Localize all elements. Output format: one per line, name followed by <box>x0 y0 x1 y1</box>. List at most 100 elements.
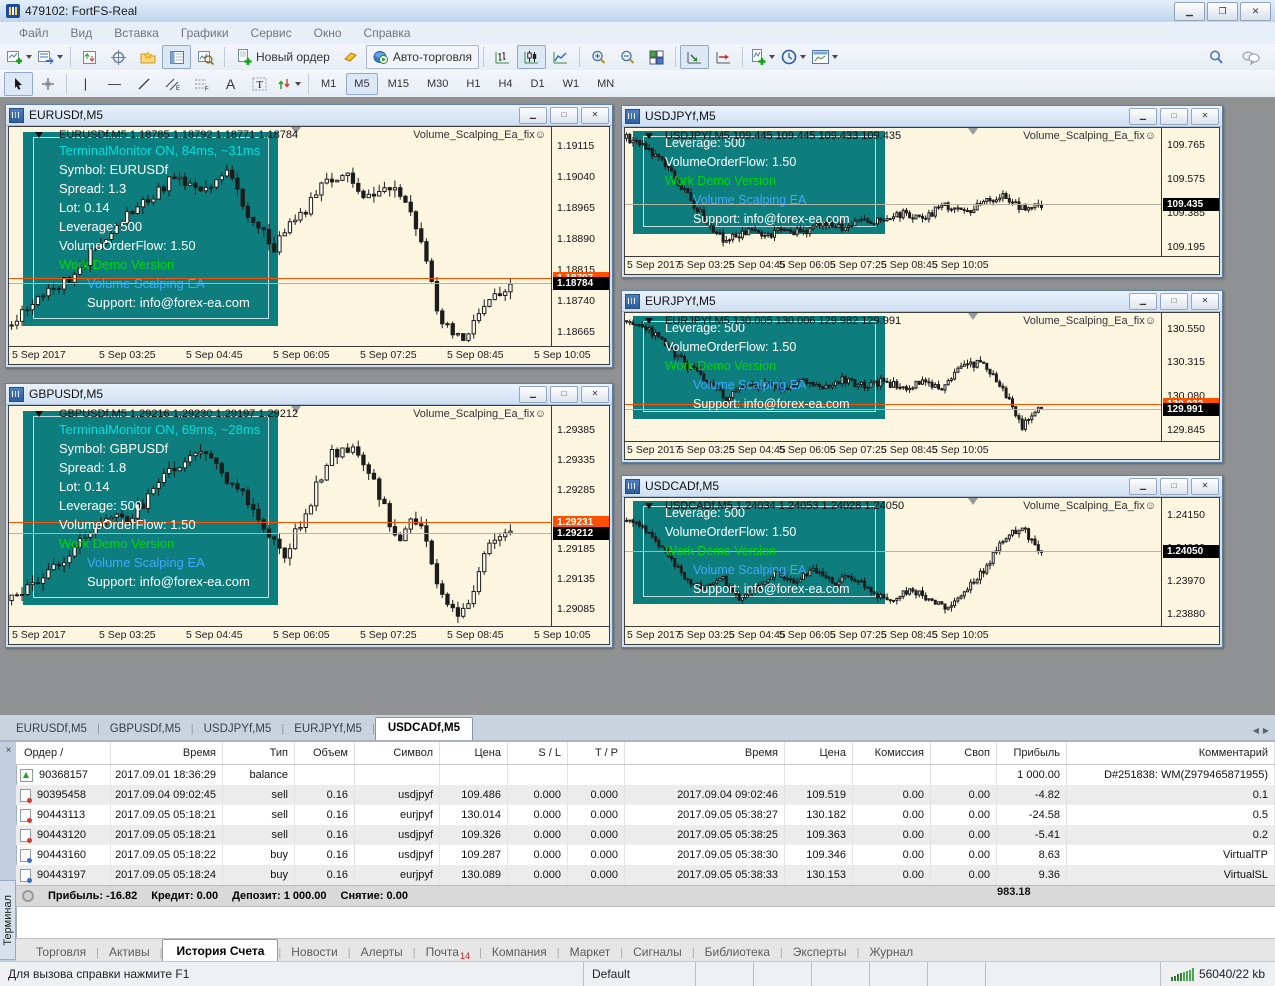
close-button[interactable]: ✕ <box>1191 477 1219 495</box>
auto-scroll-button[interactable] <box>680 45 710 69</box>
chart-window-titlebar[interactable]: USDJPYf,M5 ▁ □ ✕ <box>622 106 1222 127</box>
crosshair-button[interactable] <box>33 72 62 96</box>
minimize-button[interactable]: ▁ <box>1129 477 1157 495</box>
bar-chart-button[interactable] <box>488 45 517 69</box>
column-header-2[interactable]: Тип <box>223 742 295 764</box>
close-button[interactable]: ✕ <box>581 106 609 124</box>
close-button[interactable]: ✕ <box>1191 107 1219 125</box>
chart-tab-usdjpyf[interactable]: USDJPYf,M5 <box>194 719 282 740</box>
history-row[interactable]: 90443197 2017.09.05 05:18:24 buy 0.16 eurjpy… <box>16 865 1275 885</box>
history-row[interactable]: 90395458 2017.09.04 09:02:45 sell 0.16 usdjp… <box>16 785 1275 805</box>
timeframe-button-m1[interactable]: M1 <box>313 73 344 95</box>
minimize-button[interactable]: ▁ <box>519 106 547 124</box>
navigator-button[interactable] <box>133 45 162 69</box>
chart-tab-eurjpyf[interactable]: EURJPYf,M5 <box>284 719 372 740</box>
chart-window-titlebar[interactable]: EURJPYf,M5 ▁ □ ✕ <box>622 291 1222 312</box>
trendline-button[interactable] <box>129 72 158 96</box>
timeframe-button-m15[interactable]: M15 <box>380 73 417 95</box>
new-chart-button[interactable] <box>4 45 35 69</box>
column-header-5[interactable]: Цена <box>440 742 508 764</box>
tab-scroll-left-icon[interactable]: ◀ <box>1253 726 1259 735</box>
close-button[interactable]: ✕ <box>581 385 609 403</box>
chart-window-titlebar[interactable]: GBPUSDf,M5 ▁ □ ✕ <box>6 384 612 405</box>
text-button[interactable]: A <box>216 72 245 96</box>
menu-item-0[interactable]: Файл <box>8 26 60 40</box>
chart-shift-button[interactable] <box>709 45 738 69</box>
column-header-8[interactable]: Время <box>625 742 785 764</box>
timeframe-button-h4[interactable]: H4 <box>490 73 520 95</box>
tile-windows-button[interactable] <box>642 45 671 69</box>
chat-icon[interactable] <box>1236 45 1265 69</box>
minimize-button[interactable]: ▁ <box>1129 292 1157 310</box>
column-header-7[interactable]: T / P <box>568 742 625 764</box>
metaeditor-button[interactable] <box>337 45 366 69</box>
column-header-9[interactable]: Цена <box>785 742 853 764</box>
equidistant-channel-button[interactable]: E <box>158 72 187 96</box>
quote-dropdown-icon[interactable] <box>645 133 653 139</box>
zoom-in-button[interactable] <box>584 45 613 69</box>
autotrading-button[interactable]: Авто-торговля <box>365 45 480 69</box>
chart-plot[interactable]: Leverage: 500 VolumeOrderFlow: 1.50 Work D… <box>625 313 1162 442</box>
timeframe-button-m30[interactable]: M30 <box>419 73 456 95</box>
history-row[interactable]: 90368157 2017.09.01 18:36:29 balance 1 000.… <box>16 765 1275 785</box>
column-header-4[interactable]: Символ <box>355 742 440 764</box>
history-row[interactable]: 90443120 2017.09.05 05:18:21 sell 0.16 usdjp… <box>16 825 1275 845</box>
timeframe-button-h1[interactable]: H1 <box>458 73 488 95</box>
column-header-13[interactable]: Комментарий <box>1067 742 1275 764</box>
maximize-button[interactable]: □ <box>550 385 578 403</box>
horizontal-line-button[interactable]: — <box>100 72 129 96</box>
status-profile[interactable]: Default <box>583 962 695 986</box>
maximize-button[interactable]: □ <box>1160 107 1188 125</box>
chart-plot[interactable]: Leverage: 500 VolumeOrderFlow: 1.50 Work D… <box>625 498 1162 627</box>
timeframe-button-mn[interactable]: MN <box>589 73 622 95</box>
indicators-button[interactable] <box>747 45 778 69</box>
terminal-button[interactable] <box>162 45 191 69</box>
chart-plot[interactable]: TerminalMonitor ON, 69ms, ~28ms Symbol: G… <box>9 406 552 627</box>
minimize-button[interactable]: ▁ <box>1174 1 1205 21</box>
maximize-button[interactable]: □ <box>1160 477 1188 495</box>
search-icon[interactable] <box>1201 45 1230 69</box>
chart-plot[interactable]: TerminalMonitor ON, 84ms, ~31ms Symbol: E… <box>9 127 552 347</box>
terminal-side-tab[interactable]: Терминал <box>0 880 16 960</box>
terminal-close-icon[interactable]: × <box>1 744 16 759</box>
chart-window-titlebar[interactable]: EURUSDf,M5 ▁ □ ✕ <box>6 105 612 126</box>
menu-item-5[interactable]: Окно <box>303 26 353 40</box>
menu-item-2[interactable]: Вставка <box>103 26 170 40</box>
new-order-button[interactable]: Новый ордер <box>229 45 337 69</box>
history-row[interactable]: 90443113 2017.09.05 05:18:21 sell 0.16 eurjp… <box>16 805 1275 825</box>
menu-item-1[interactable]: Вид <box>60 26 104 40</box>
templates-button[interactable] <box>809 45 841 69</box>
periods-button[interactable] <box>778 45 809 69</box>
column-header-10[interactable]: Комиссия <box>853 742 931 764</box>
text-label-button[interactable]: T <box>245 72 274 96</box>
timeframe-button-d1[interactable]: D1 <box>523 73 553 95</box>
data-window-button[interactable] <box>104 45 133 69</box>
tab-scroll-right-icon[interactable]: ▶ <box>1263 726 1269 735</box>
strategy-tester-button[interactable] <box>191 45 220 69</box>
minimize-button[interactable]: ▁ <box>1129 107 1157 125</box>
close-button[interactable]: ✕ <box>1240 1 1271 21</box>
history-row[interactable]: 90443160 2017.09.05 05:18:22 buy 0.16 usdjpy… <box>16 845 1275 865</box>
quote-dropdown-icon[interactable] <box>645 503 653 509</box>
quote-dropdown-icon[interactable] <box>35 132 43 138</box>
column-header-0[interactable]: Ордер / <box>16 742 111 764</box>
timeframe-button-m5[interactable]: M5 <box>346 72 378 95</box>
close-button[interactable]: ✕ <box>1191 292 1219 310</box>
chart-tab-eurusdf[interactable]: EURUSDf,M5 <box>6 719 97 740</box>
maximize-button[interactable]: □ <box>1160 292 1188 310</box>
vertical-line-button[interactable]: | <box>71 72 100 96</box>
column-header-12[interactable]: Прибыль <box>997 742 1067 764</box>
zoom-out-button[interactable] <box>613 45 642 69</box>
minimize-button[interactable]: ▁ <box>519 385 547 403</box>
market-watch-button[interactable] <box>75 45 104 69</box>
chart-window-titlebar[interactable]: USDCADf,M5 ▁ □ ✕ <box>622 476 1222 497</box>
menu-item-3[interactable]: Графики <box>170 26 240 40</box>
line-chart-button[interactable] <box>546 45 575 69</box>
profiles-button[interactable] <box>35 45 66 69</box>
column-header-11[interactable]: Своп <box>931 742 997 764</box>
arrows-button[interactable] <box>274 72 304 96</box>
column-header-3[interactable]: Объем <box>295 742 355 764</box>
chart-tab-usdcadf[interactable]: USDCADf,M5 <box>374 717 474 740</box>
menu-item-6[interactable]: Справка <box>353 26 422 40</box>
quote-dropdown-icon[interactable] <box>645 318 653 324</box>
